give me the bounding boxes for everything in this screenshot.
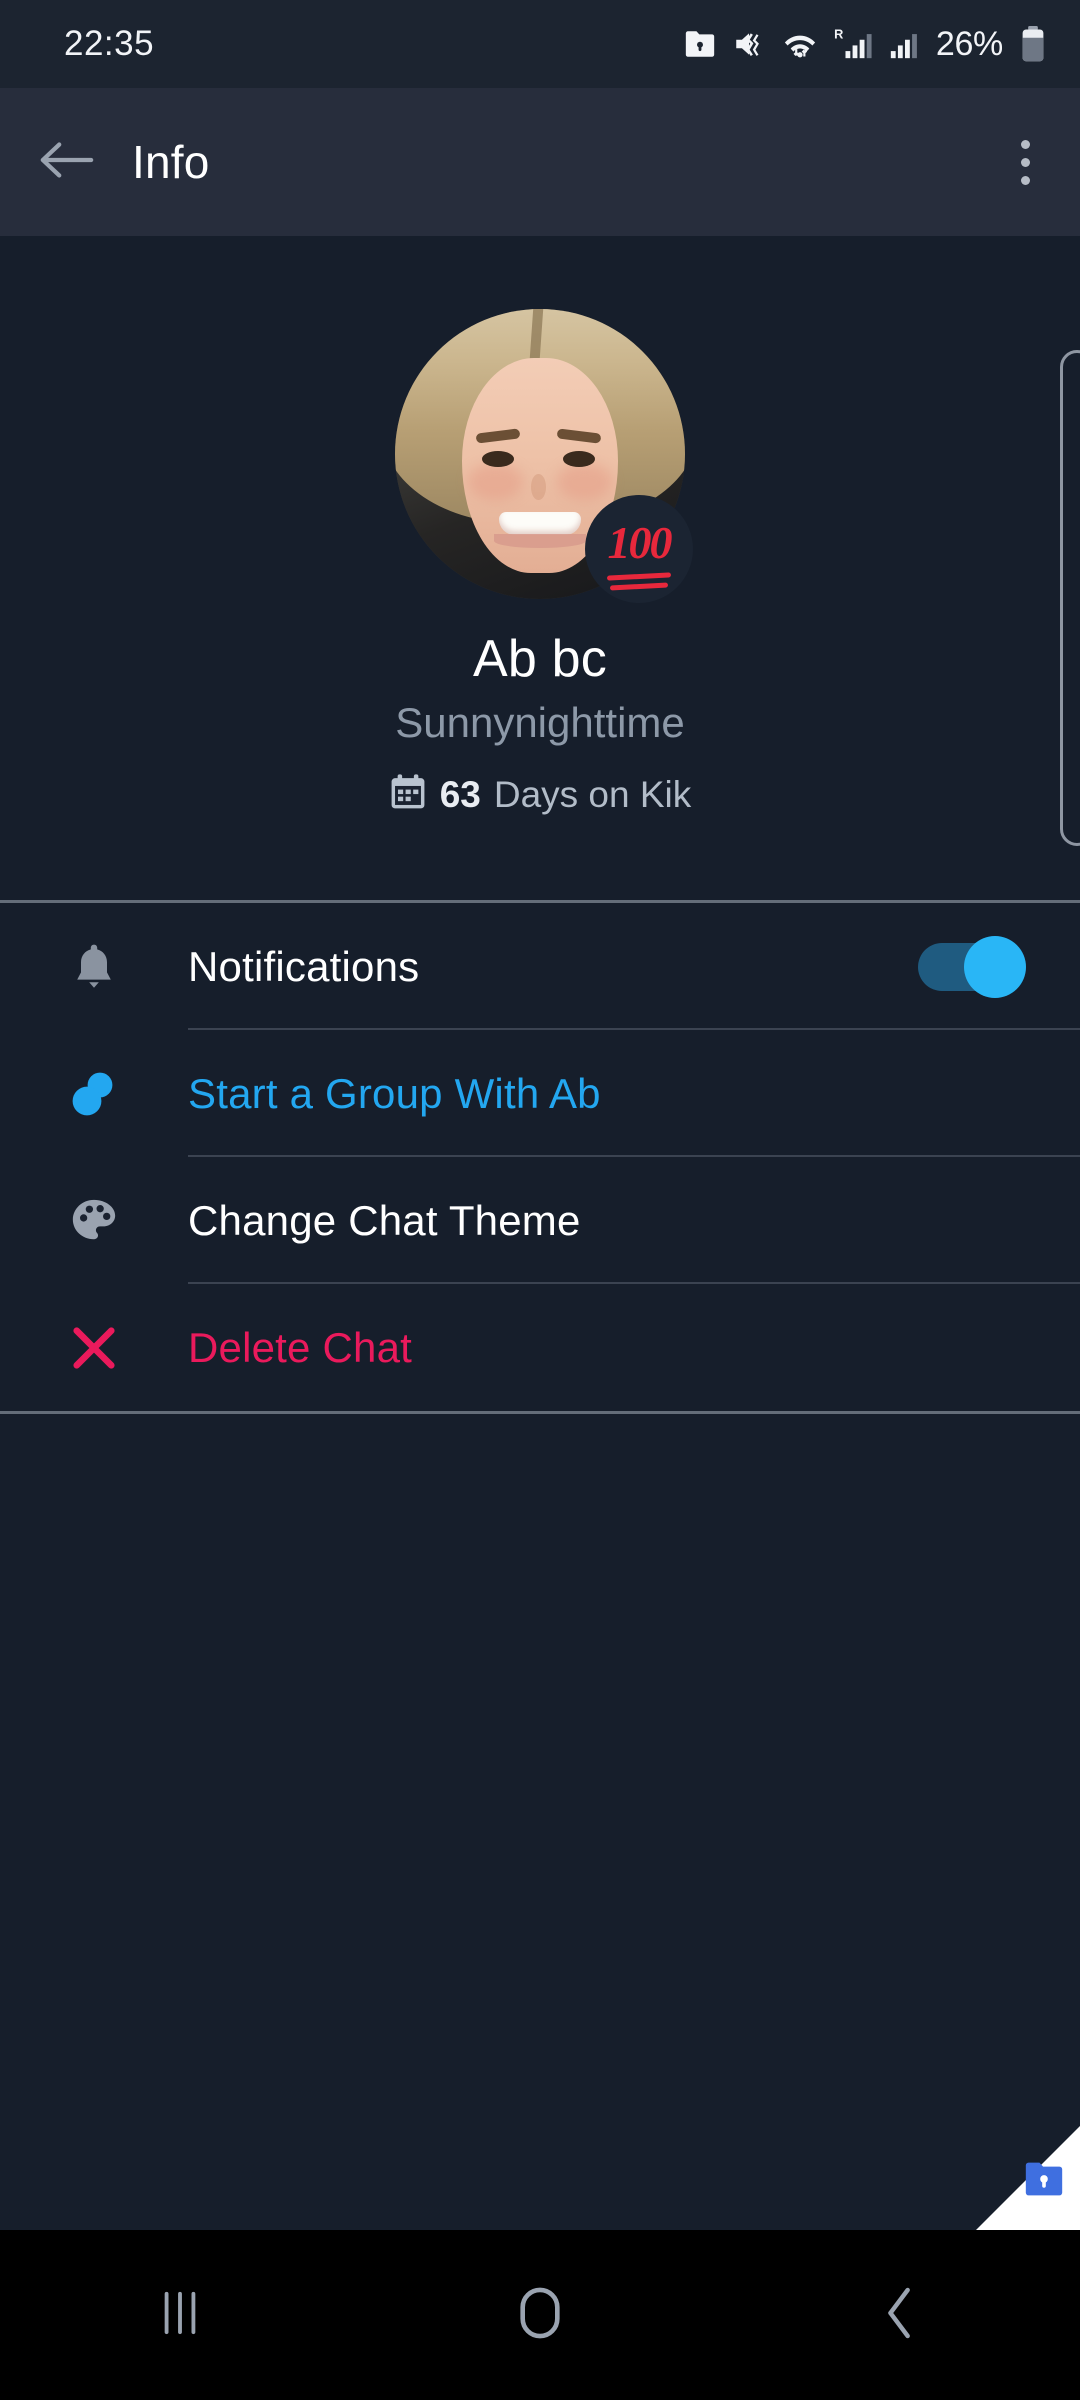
- settings-row-label: Notifications: [188, 942, 420, 990]
- emoji-status-badge[interactable]: 100: [585, 495, 693, 603]
- settings-row-label: Change Chat Theme: [188, 1196, 581, 1244]
- avatar-mouth: [499, 512, 581, 536]
- avatar-nose: [531, 474, 546, 501]
- battery-icon: [1020, 26, 1046, 62]
- overflow-menu-icon: [1020, 157, 1030, 167]
- recents-icon: [157, 2285, 203, 2346]
- group-icon: [0, 1068, 188, 1120]
- calendar-icon: [389, 773, 427, 816]
- avatar-eye-right: [563, 451, 596, 468]
- signal-icon: [889, 27, 921, 61]
- secure-folder-icon[interactable]: [1022, 2159, 1066, 2204]
- settings-row-delete-chat[interactable]: Delete Chat: [0, 1284, 1080, 1411]
- profile-display-name: Ab bc: [473, 630, 607, 688]
- hundred-underline-2: [609, 582, 669, 591]
- wifi-data-icon: [781, 28, 819, 60]
- avatar-eye-left: [482, 451, 514, 468]
- profile-header: 100 Ab bc Sunnynighttime 63 Days on Kik: [0, 236, 1080, 900]
- settings-row-label: Delete Chat: [188, 1323, 412, 1371]
- settings-list: Notifications Start a Group With Ab Chan…: [0, 900, 1080, 1414]
- toggle-switch[interactable]: [918, 935, 1026, 998]
- android-nav-bar: [0, 2230, 1080, 2400]
- settings-row-start-group[interactable]: Start a Group With Ab: [0, 1030, 1080, 1157]
- secure-folder-icon: [683, 28, 717, 60]
- avatar[interactable]: 100: [395, 309, 693, 603]
- home-icon: [515, 2284, 565, 2347]
- avatar-cheek-left: [467, 462, 523, 501]
- overflow-menu-button[interactable]: [970, 139, 1080, 185]
- back-button[interactable]: [0, 136, 132, 189]
- profile-username: Sunnynighttime: [395, 699, 685, 746]
- bell-icon: [0, 941, 188, 993]
- toggle-thumb: [964, 935, 1026, 998]
- days-on-kik: 63 Days on Kik: [389, 773, 692, 816]
- svg-text:R: R: [834, 27, 843, 41]
- nav-back-button[interactable]: [720, 2284, 1080, 2347]
- overflow-menu-icon: [1020, 139, 1030, 149]
- hundred-emoji-icon: 100: [607, 517, 673, 568]
- status-clock: 22:35: [64, 24, 155, 63]
- settings-row-notifications[interactable]: Notifications: [0, 903, 1080, 1030]
- edge-panel-handle[interactable]: [1060, 350, 1080, 846]
- back-arrow-icon: [37, 136, 95, 189]
- list-bottom-divider: [0, 1411, 1080, 1414]
- recents-button[interactable]: [0, 2285, 360, 2346]
- page-title: Info: [132, 136, 210, 188]
- status-bar: 22:35 R 26%: [0, 0, 1080, 88]
- close-x-icon: [0, 1323, 188, 1373]
- notifications-toggle[interactable]: [918, 935, 1026, 998]
- status-icons: R 26%: [683, 25, 1046, 64]
- roaming-signal-icon: R: [834, 27, 874, 61]
- battery-percent-label: 26%: [935, 24, 1003, 63]
- corner-overlay: [976, 2126, 1080, 2230]
- home-button[interactable]: [360, 2284, 720, 2347]
- hundred-underline-1: [606, 572, 672, 581]
- mute-vibrate-icon: [732, 28, 766, 60]
- days-label: Days on Kik: [493, 773, 692, 815]
- palette-icon: [0, 1196, 188, 1246]
- settings-row-label: Start a Group With Ab: [188, 1069, 601, 1117]
- overflow-menu-icon: [1020, 175, 1030, 185]
- nav-back-icon: [877, 2284, 923, 2347]
- phone-screen: 22:35 R 26% Info 100 Ab bc Sunnynighttim…: [0, 0, 1080, 2400]
- days-count: 63: [439, 773, 481, 815]
- settings-row-change-theme[interactable]: Change Chat Theme: [0, 1157, 1080, 1284]
- app-bar: Info: [0, 88, 1080, 239]
